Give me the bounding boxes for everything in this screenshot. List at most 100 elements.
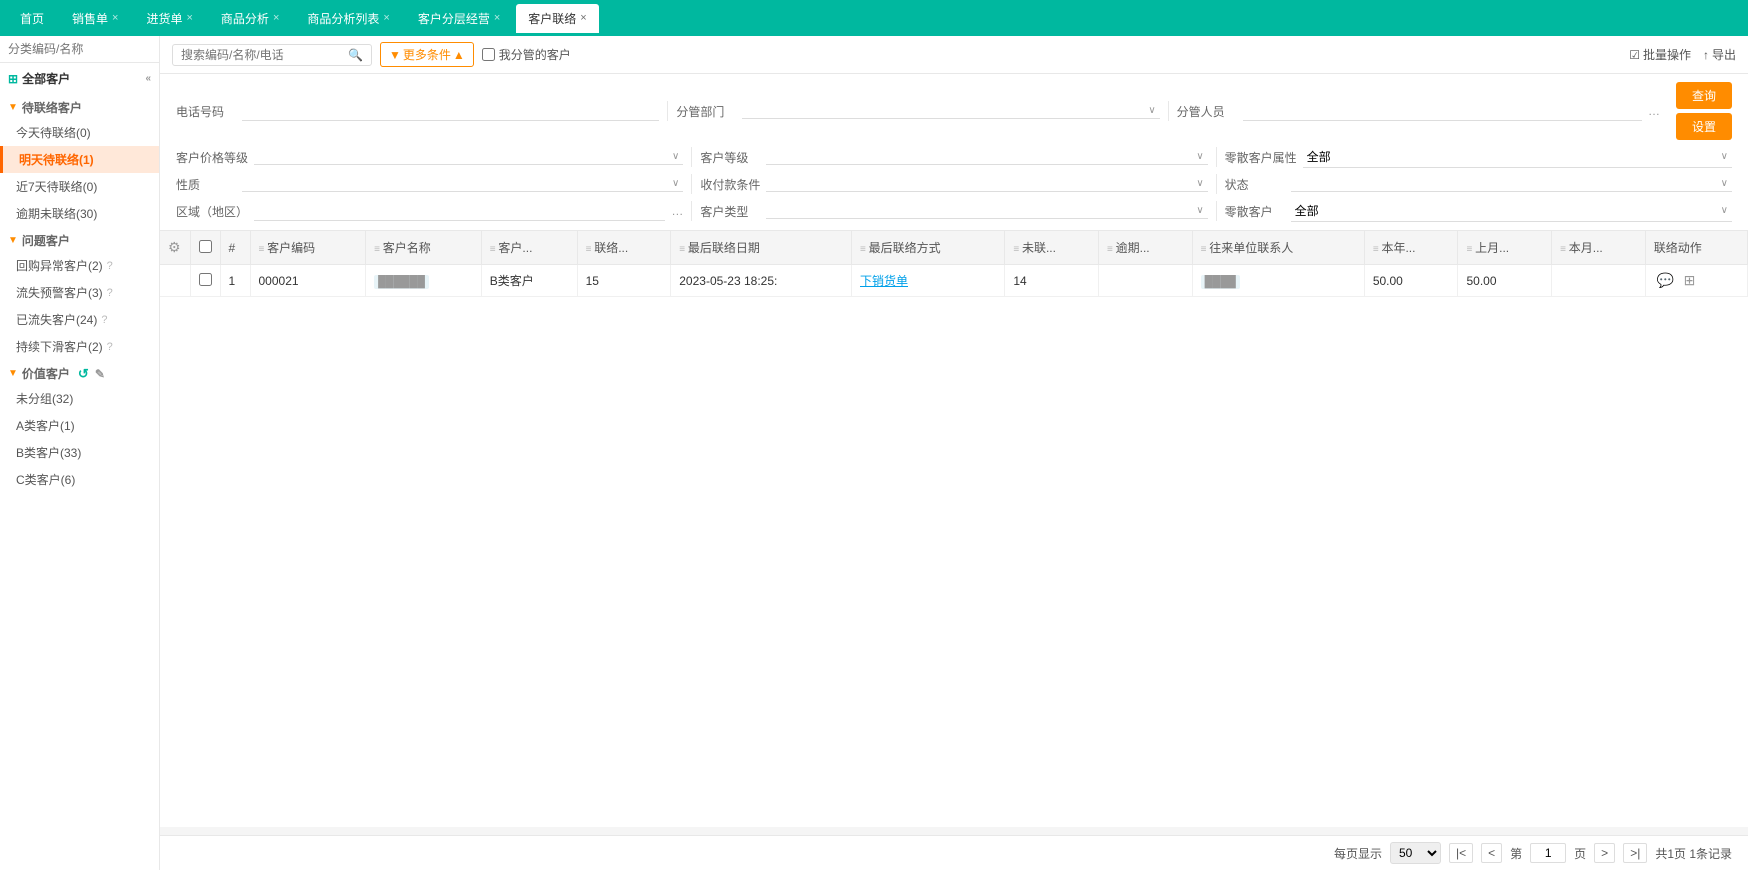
sidebar-item-c-class[interactable]: C类客户(6): [0, 466, 159, 493]
nav-purchase[interactable]: 进货单 ×: [134, 4, 204, 33]
filter-phone-input[interactable]: [242, 102, 659, 121]
sidebar-search-input[interactable]: [8, 42, 160, 56]
sidebar-item-churned[interactable]: 已流失客户(24) ?: [0, 306, 159, 333]
first-page-btn[interactable]: |<: [1449, 843, 1473, 863]
sidebar-group-value[interactable]: ▼ 价值客户 ↺ ✎: [0, 360, 159, 385]
filter-phone-label: 电话号码: [176, 103, 236, 120]
batch-ops-btn[interactable]: ☑ 批量操作: [1629, 46, 1691, 63]
sidebar-item-declining[interactable]: 持续下滑客户(2) ?: [0, 333, 159, 360]
filter-payment-select[interactable]: ∨: [766, 176, 1207, 192]
filter-person-input[interactable]: [1243, 102, 1642, 121]
filter-search-box[interactable]: 🔍: [172, 44, 372, 66]
sidebar-item-ungrouped[interactable]: 未分组(32): [0, 385, 159, 412]
sidebar-item-today[interactable]: 今天待联络(0): [0, 119, 159, 146]
triangle-icon: ▼: [8, 102, 18, 113]
filter-customer-level: 客户等级 ∨: [700, 149, 1207, 166]
nav-customer-contact[interactable]: 客户联络 ×: [516, 4, 598, 33]
hint-icon-4: ?: [107, 341, 113, 353]
triangle-icon-3: ▼: [8, 368, 18, 379]
sidebar-item-7days[interactable]: 近7天待联络(0): [0, 173, 159, 200]
nav-purchase-close[interactable]: ×: [186, 12, 192, 24]
row-checkbox[interactable]: [199, 273, 212, 286]
nav-customer-layer-close[interactable]: ×: [494, 12, 500, 24]
next-page-btn[interactable]: >: [1594, 843, 1615, 863]
filter-retail-customer-select[interactable]: 全部 ∨: [1291, 200, 1732, 222]
edit-icon[interactable]: ✎: [95, 367, 105, 381]
sidebar-all-customers[interactable]: ⊞ 全部客户 «: [0, 63, 159, 94]
filter-retail-attr-select[interactable]: 全部 ∨: [1303, 146, 1732, 168]
page-size-select[interactable]: 50 100 200: [1390, 842, 1441, 864]
main-layout: 🔍 ⊞ 全部客户 « ▼ 待联络客户 今天待联络(0) 明天待联络(1) 近7天…: [0, 36, 1748, 870]
sidebar-group-problem-label: 问题客户: [22, 232, 70, 249]
sidebar-item-repurchase[interactable]: 回购异常客户(2) ?: [0, 252, 159, 279]
set-button[interactable]: 设置: [1676, 113, 1732, 140]
payment-arrow: ∨: [1196, 178, 1203, 189]
row-last-method[interactable]: 下销货单: [852, 265, 1005, 297]
gear-icon[interactable]: ⚙: [168, 239, 181, 255]
filter-region-input[interactable]: [254, 202, 665, 221]
filter-status-select[interactable]: ∨: [1291, 176, 1732, 192]
col-name[interactable]: 客户名称: [366, 231, 482, 265]
export-btn[interactable]: ↑ 导出: [1703, 46, 1736, 63]
person-dots-icon[interactable]: …: [1648, 104, 1660, 118]
col-unit-contact[interactable]: 往来单位联系人: [1192, 231, 1364, 265]
filter-actions: 查询 设置: [1676, 82, 1732, 140]
filter-dept: 分管部门 ∨: [676, 103, 1159, 120]
prev-page-btn[interactable]: <: [1481, 843, 1502, 863]
sidebar: 🔍 ⊞ 全部客户 « ▼ 待联络客户 今天待联络(0) 明天待联络(1) 近7天…: [0, 36, 160, 870]
sidebar-group-pending[interactable]: ▼ 待联络客户: [0, 94, 159, 119]
action-comment-icon[interactable]: 💬: [1657, 272, 1674, 288]
col-last-date[interactable]: 最后联络日期: [671, 231, 852, 265]
filter-phone: 电话号码: [176, 102, 659, 121]
nav-analysis-list-close[interactable]: ×: [383, 12, 389, 24]
page-input[interactable]: [1530, 843, 1566, 863]
sidebar-collapse-icon[interactable]: «: [145, 73, 151, 84]
col-type[interactable]: 客户...: [481, 231, 577, 265]
nav-home[interactable]: 首页: [8, 4, 56, 33]
col-this-year[interactable]: 本年...: [1364, 231, 1458, 265]
my-customers-checkbox-label[interactable]: 我分管的客户: [482, 46, 571, 63]
col-overdue[interactable]: 逾期...: [1098, 231, 1192, 265]
region-dots-icon[interactable]: …: [671, 204, 683, 218]
last-page-btn[interactable]: >|: [1623, 843, 1647, 863]
nav-sales[interactable]: 销售单 ×: [60, 4, 130, 33]
sidebar-group-value-label: 价值客户: [22, 365, 70, 382]
sidebar-group-problem[interactable]: ▼ 问题客户: [0, 227, 159, 252]
col-not-contacted[interactable]: 未联...: [1005, 231, 1099, 265]
filter-customer-type-select[interactable]: ∨: [766, 203, 1207, 219]
total-label: 共1页 1条记录: [1655, 845, 1732, 862]
refresh-icon[interactable]: ↺: [78, 366, 89, 382]
sidebar-all-section: ⊞ 全部客户 «: [0, 63, 159, 94]
query-button[interactable]: 查询: [1676, 82, 1732, 109]
sidebar-item-b-class[interactable]: B类客户(33): [0, 439, 159, 466]
nav-analysis-list[interactable]: 商品分析列表 ×: [295, 4, 401, 33]
filter-customer-level-select[interactable]: ∨: [766, 149, 1207, 165]
col-this-month[interactable]: 本月...: [1552, 231, 1646, 265]
nav-customer-layer[interactable]: 客户分层经营 ×: [406, 4, 512, 33]
col-last-method[interactable]: 最后联络方式: [852, 231, 1005, 265]
col-code[interactable]: 客户编码: [250, 231, 366, 265]
nav-sales-close[interactable]: ×: [112, 12, 118, 24]
price-level-arrow: ∨: [672, 151, 679, 162]
filter-more-btn[interactable]: ▼ 更多条件 ▲: [380, 42, 474, 67]
filter-search-icon[interactable]: 🔍: [348, 48, 363, 62]
select-all-checkbox[interactable]: [199, 240, 212, 253]
my-customers-checkbox[interactable]: [482, 48, 495, 61]
action-grid-icon[interactable]: ⊞: [1684, 272, 1696, 288]
filter-search-input[interactable]: [181, 48, 344, 62]
filter-nature-label: 性质: [176, 176, 236, 193]
sidebar-item-churn-warning[interactable]: 流失预警客户(3) ?: [0, 279, 159, 306]
col-contact[interactable]: 联络...: [577, 231, 671, 265]
filter-nature-select[interactable]: ∨: [242, 176, 683, 192]
nav-analysis[interactable]: 商品分析 ×: [209, 4, 291, 33]
content-area: 🔍 ▼ 更多条件 ▲ 我分管的客户 ☑ 批量操作 ↑ 导出: [160, 36, 1748, 870]
sidebar-item-overdue[interactable]: 逾期未联络(30): [0, 200, 159, 227]
filter-dept-select[interactable]: ∨: [742, 103, 1159, 119]
sidebar-item-tomorrow[interactable]: 明天待联络(1): [0, 146, 159, 173]
nav-analysis-close[interactable]: ×: [273, 12, 279, 24]
sidebar-item-a-class[interactable]: A类客户(1): [0, 412, 159, 439]
filter-price-level-select[interactable]: ∨: [254, 149, 683, 165]
nav-customer-contact-close[interactable]: ×: [580, 12, 586, 24]
filter-status: 状态 ∨: [1225, 176, 1732, 193]
col-last-month[interactable]: 上月...: [1458, 231, 1552, 265]
